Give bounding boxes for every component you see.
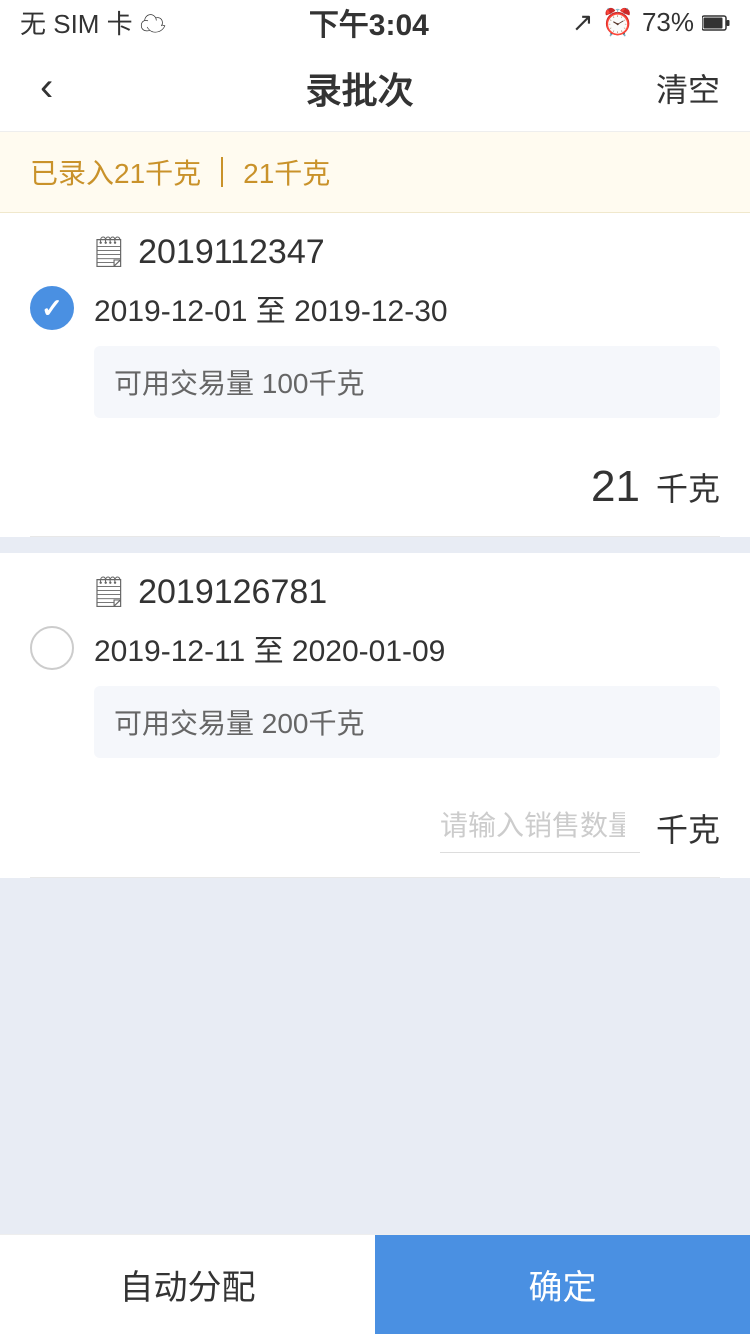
location-icon: ↗ bbox=[572, 7, 594, 38]
batch-1-quantity-row: 21 千克 bbox=[0, 438, 750, 536]
status-right: ↗ ⏰ 73% bbox=[572, 7, 730, 38]
batch-2-availability: 可用交易量 200千克 bbox=[94, 686, 720, 758]
batch-2-radio[interactable] bbox=[30, 626, 74, 670]
batch-card-2: 🗒 2019126781 2019-12-11 至 2020-01-09 可用交… bbox=[0, 553, 750, 878]
batch-card-1: 🗒 2019112347 2019-12-01 至 2019-12-30 可用交… bbox=[0, 213, 750, 537]
batch-2-quantity-input[interactable] bbox=[440, 802, 640, 853]
batch-1-radio[interactable] bbox=[30, 286, 74, 330]
batch-1-availability: 可用交易量 100千克 bbox=[94, 346, 720, 418]
auto-distribute-button[interactable]: 自动分配 bbox=[0, 1235, 375, 1334]
batch-1-icon: 🗒 bbox=[90, 235, 128, 270]
page-title: 录批次 bbox=[306, 62, 414, 114]
sim-status: 无 SIM 卡 ☁ bbox=[20, 4, 166, 41]
battery-icon bbox=[702, 7, 730, 38]
batch-1-id: 2019112347 bbox=[138, 233, 325, 272]
batch-1-date: 2019-12-01 至 2019-12-30 bbox=[94, 286, 448, 330]
total-amount: 21千克 bbox=[243, 152, 330, 192]
alarm-icon: ⏰ bbox=[602, 7, 634, 38]
batch-2-quantity-row: 千克 bbox=[0, 778, 750, 877]
batch-2-icon: 🗒 bbox=[90, 575, 128, 610]
batch-1-unit: 千克 bbox=[656, 464, 720, 510]
batch-2-date-row[interactable]: 2019-12-11 至 2020-01-09 bbox=[30, 626, 720, 670]
bottom-bar: 自动分配 确定 bbox=[0, 1234, 750, 1334]
batch-2-id-row: 🗒 2019126781 bbox=[30, 573, 720, 612]
batch-2-content: 🗒 2019126781 2019-12-11 至 2020-01-09 可用交… bbox=[0, 553, 750, 778]
confirm-button[interactable]: 确定 bbox=[375, 1235, 750, 1334]
batch-1-id-row: 🗒 2019112347 bbox=[30, 233, 720, 272]
battery-text: 73% bbox=[642, 7, 694, 38]
banner-divider bbox=[221, 157, 223, 187]
nav-bar: ‹ 录批次 清空 bbox=[0, 44, 750, 132]
batch-2-date: 2019-12-11 至 2020-01-09 bbox=[94, 626, 445, 670]
info-banner: 已录入21千克 21千克 bbox=[0, 132, 750, 213]
status-time: 下午3:04 bbox=[309, 0, 429, 44]
batch-1-date-row[interactable]: 2019-12-01 至 2019-12-30 bbox=[30, 286, 720, 330]
batch-2-id: 2019126781 bbox=[138, 573, 327, 612]
status-left: 无 SIM 卡 ☁ bbox=[20, 4, 166, 41]
batch-1-content: 🗒 2019112347 2019-12-01 至 2019-12-30 可用交… bbox=[0, 213, 750, 438]
batch-2-unit: 千克 bbox=[656, 805, 720, 851]
batch-1-quantity-value: 21 bbox=[591, 462, 640, 512]
clear-button[interactable]: 清空 bbox=[656, 65, 720, 111]
back-button[interactable]: ‹ bbox=[30, 55, 63, 120]
recorded-amount: 已录入21千克 bbox=[30, 152, 201, 192]
section-divider-1 bbox=[0, 537, 750, 553]
status-bar: 无 SIM 卡 ☁ 下午3:04 ↗ ⏰ 73% bbox=[0, 0, 750, 44]
